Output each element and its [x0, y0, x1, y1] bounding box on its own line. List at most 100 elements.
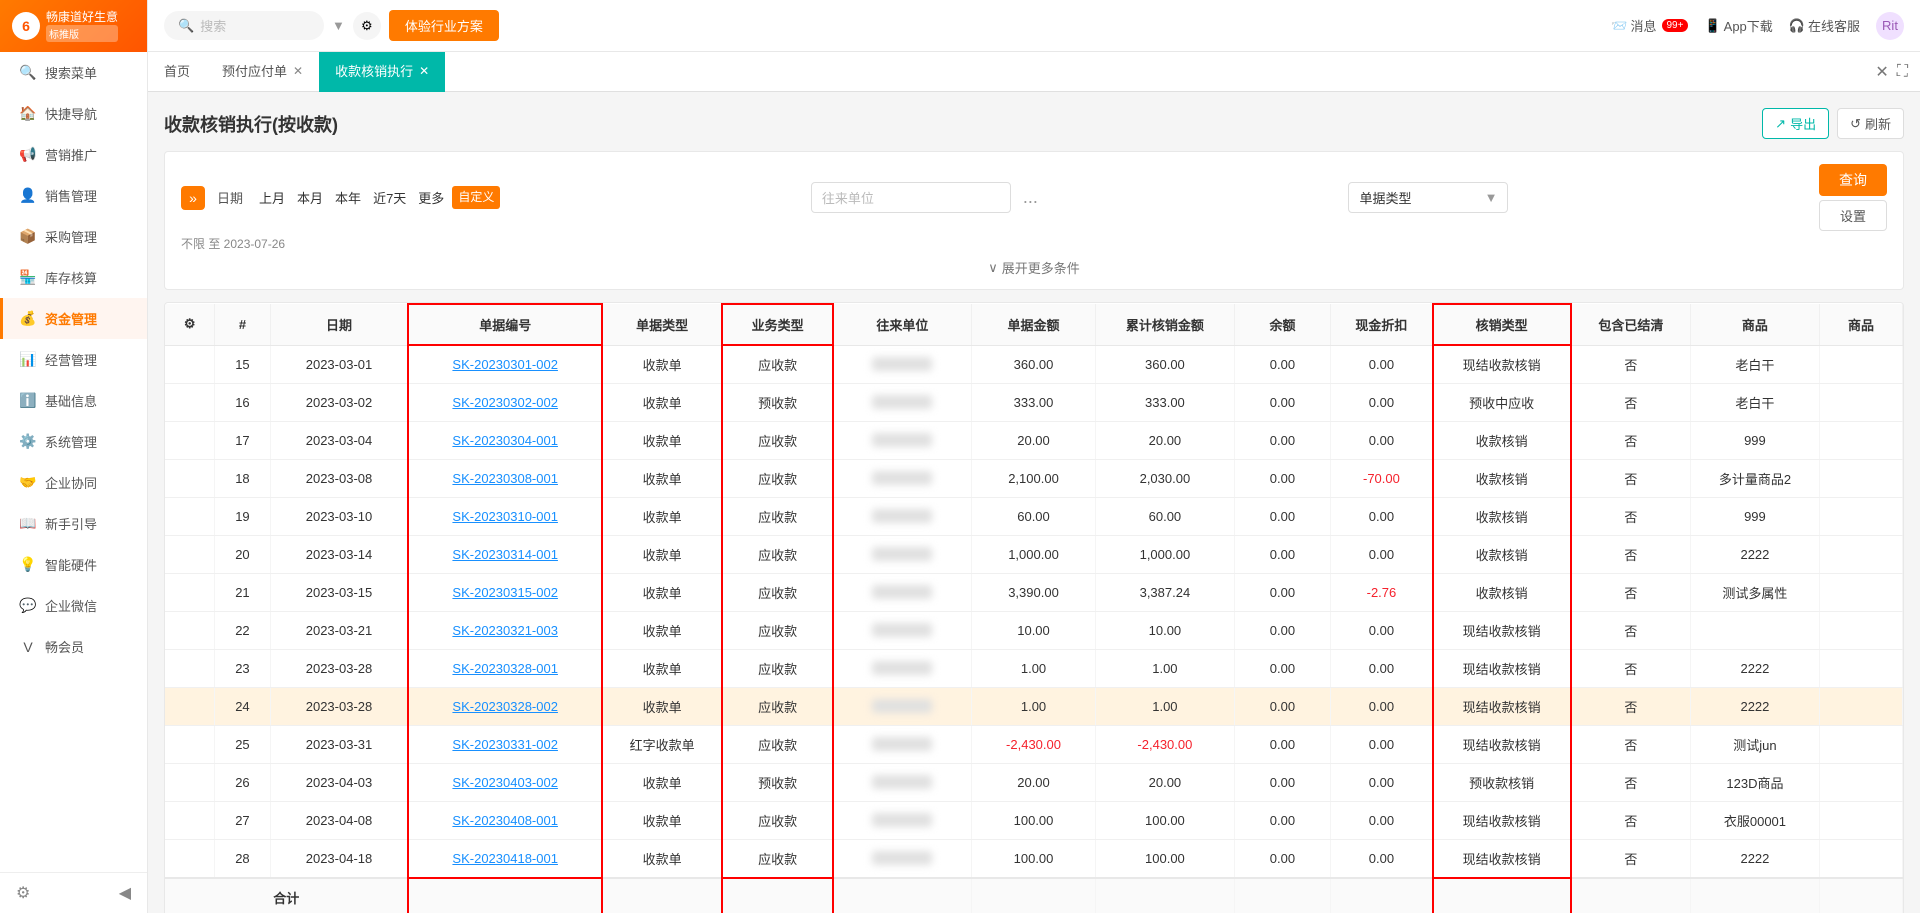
table-row: 20 2023-03-14 SK-20230314-001 收款单 应收款 1,…	[165, 536, 1903, 574]
order-no-link[interactable]: SK-20230302-002	[452, 395, 558, 410]
sidebar-item-guide[interactable]: 📖 新手引导	[0, 503, 147, 544]
sidebar-item-search[interactable]: 🔍 搜索菜单	[0, 52, 147, 93]
row-balance: 0.00	[1234, 840, 1331, 879]
export-button[interactable]: ↗ 导出	[1762, 108, 1829, 139]
bill-type-select[interactable]: 单据类型 ▼	[1348, 182, 1508, 213]
row-goods: 多计量商品2	[1690, 460, 1819, 498]
filter-expand-row: ∨ 展开更多条件	[181, 252, 1887, 277]
row-num: 16	[215, 384, 270, 422]
date-link-7days[interactable]: 近7天	[369, 186, 410, 209]
row-settings[interactable]	[165, 536, 215, 574]
user-avatar[interactable]: Rit	[1876, 12, 1904, 40]
date-link-this-year[interactable]: 本年	[331, 186, 365, 209]
row-biz-type: 应收款	[722, 422, 833, 460]
row-discount: 0.00	[1331, 384, 1433, 422]
col-settings-header[interactable]: ⚙	[165, 304, 215, 345]
tab-expand-btn[interactable]: ⛶	[1897, 63, 1908, 81]
partner-input[interactable]: 往来单位	[811, 182, 1011, 213]
row-settings[interactable]	[165, 688, 215, 726]
row-settings[interactable]	[165, 802, 215, 840]
phone-icon: 📱	[1704, 18, 1720, 34]
row-settings[interactable]	[165, 726, 215, 764]
expand-more-button[interactable]: ∨ 展开更多条件	[988, 258, 1080, 277]
row-balance: 0.00	[1234, 802, 1331, 840]
topbar-gear-btn[interactable]: ⚙	[353, 12, 381, 40]
sidebar-item-system[interactable]: ⚙️ 系统管理	[0, 421, 147, 462]
tab-close-collection[interactable]: ✕	[419, 64, 429, 78]
row-settings[interactable]	[165, 384, 215, 422]
order-no-link[interactable]: SK-20230403-002	[452, 775, 558, 790]
sidebar-item-finance[interactable]: 💰 资金管理	[0, 298, 147, 339]
row-settings[interactable]	[165, 345, 215, 384]
row-partner	[833, 650, 971, 688]
filter-settings-button[interactable]: 设置	[1819, 200, 1887, 231]
data-table: ⚙ # 日期 单据编号 单据类型 业务类型 往来单位 单据金额 累计核销金额 余…	[165, 303, 1903, 913]
row-biz-type: 应收款	[722, 574, 833, 612]
tab-collection[interactable]: 收款核销执行 ✕	[319, 52, 445, 92]
app-download-area[interactable]: 📱 App下载	[1704, 16, 1772, 35]
date-link-more[interactable]: 更多	[414, 186, 448, 209]
sidebar-item-marketing[interactable]: 📢 营销推广	[0, 134, 147, 175]
order-no-link[interactable]: SK-20230301-002	[452, 357, 558, 372]
order-no-link[interactable]: SK-20230328-002	[452, 699, 558, 714]
row-settings[interactable]	[165, 840, 215, 879]
filter-expand-button[interactable]: »	[181, 186, 205, 210]
order-no-link[interactable]: SK-20230314-001	[452, 547, 558, 562]
sidebar-item-hardware[interactable]: 💡 智能硬件	[0, 544, 147, 585]
chevron-down-icon: ▼	[1485, 190, 1498, 205]
sidebar-item-member[interactable]: V 畅会员	[0, 626, 147, 667]
support-area[interactable]: 🎧 在线客服	[1789, 16, 1860, 35]
row-cancel-type: 现结收款核销	[1433, 840, 1571, 879]
order-no-link[interactable]: SK-20230331-002	[452, 737, 558, 752]
row-date: 2023-03-08	[270, 460, 408, 498]
notification-area[interactable]: 📨 消息 99+	[1611, 16, 1688, 35]
sidebar-item-purchase[interactable]: 📦 采购管理	[0, 216, 147, 257]
row-settings[interactable]	[165, 764, 215, 802]
row-partner	[833, 840, 971, 879]
col-cancel-amount-header: 累计核销金额	[1096, 304, 1234, 345]
order-no-link[interactable]: SK-20230408-001	[452, 813, 558, 828]
row-bill-type: 收款单	[602, 498, 722, 536]
tab-close-window-btn[interactable]: ✕	[1875, 62, 1888, 82]
sidebar-item-wechat[interactable]: 💬 企业微信	[0, 585, 147, 626]
row-bill-type: 收款单	[602, 764, 722, 802]
solution-button[interactable]: 体验行业方案	[389, 10, 499, 41]
query-button[interactable]: 查询	[1819, 164, 1887, 196]
row-settings[interactable]	[165, 460, 215, 498]
row-settings[interactable]	[165, 498, 215, 536]
topbar-search[interactable]: 🔍 搜索	[164, 11, 324, 40]
sidebar-bottom: ⚙ ◀	[0, 872, 147, 913]
tab-home[interactable]: 首页	[148, 52, 206, 92]
order-no-link[interactable]: SK-20230418-001	[452, 851, 558, 866]
row-settings[interactable]	[165, 650, 215, 688]
row-bill-type: 收款单	[602, 802, 722, 840]
collapse-icon[interactable]: ◀	[119, 883, 131, 903]
page-header: 收款核销执行(按收款) ↗ 导出 ↺ 刷新	[164, 108, 1904, 139]
sidebar-item-quick-nav[interactable]: 🏠 快捷导航	[0, 93, 147, 134]
tab-close-prepay[interactable]: ✕	[293, 64, 303, 78]
order-no-link[interactable]: SK-20230310-001	[452, 509, 558, 524]
sidebar-item-inventory[interactable]: 🏪 库存核算	[0, 257, 147, 298]
order-no-link[interactable]: SK-20230321-003	[452, 623, 558, 638]
order-no-link[interactable]: SK-20230328-001	[452, 661, 558, 676]
filter-dots[interactable]: ...	[1023, 187, 1038, 208]
sidebar-item-operations[interactable]: 📊 经营管理	[0, 339, 147, 380]
sidebar-item-basic[interactable]: ℹ️ 基础信息	[0, 380, 147, 421]
order-no-link[interactable]: SK-20230315-002	[452, 585, 558, 600]
order-no-link[interactable]: SK-20230304-001	[452, 433, 558, 448]
refresh-icon: ↺	[1850, 116, 1861, 132]
row-settings[interactable]	[165, 574, 215, 612]
sidebar-item-sales[interactable]: 👤 销售管理	[0, 175, 147, 216]
settings-bottom-icon[interactable]: ⚙	[16, 883, 30, 903]
date-link-this-month[interactable]: 本月	[293, 186, 327, 209]
row-order-no: SK-20230315-002	[408, 574, 602, 612]
filter-custom-date[interactable]: 自定义	[452, 186, 500, 209]
tab-prepay[interactable]: 预付应付单 ✕	[206, 52, 319, 92]
topbar-dropdown-arrow[interactable]: ▼	[332, 18, 345, 33]
row-settings[interactable]	[165, 422, 215, 460]
refresh-button[interactable]: ↺ 刷新	[1837, 108, 1904, 139]
order-no-link[interactable]: SK-20230308-001	[452, 471, 558, 486]
row-settings[interactable]	[165, 612, 215, 650]
sidebar-item-enterprise[interactable]: 🤝 企业协同	[0, 462, 147, 503]
date-link-prev-month[interactable]: 上月	[255, 186, 289, 209]
